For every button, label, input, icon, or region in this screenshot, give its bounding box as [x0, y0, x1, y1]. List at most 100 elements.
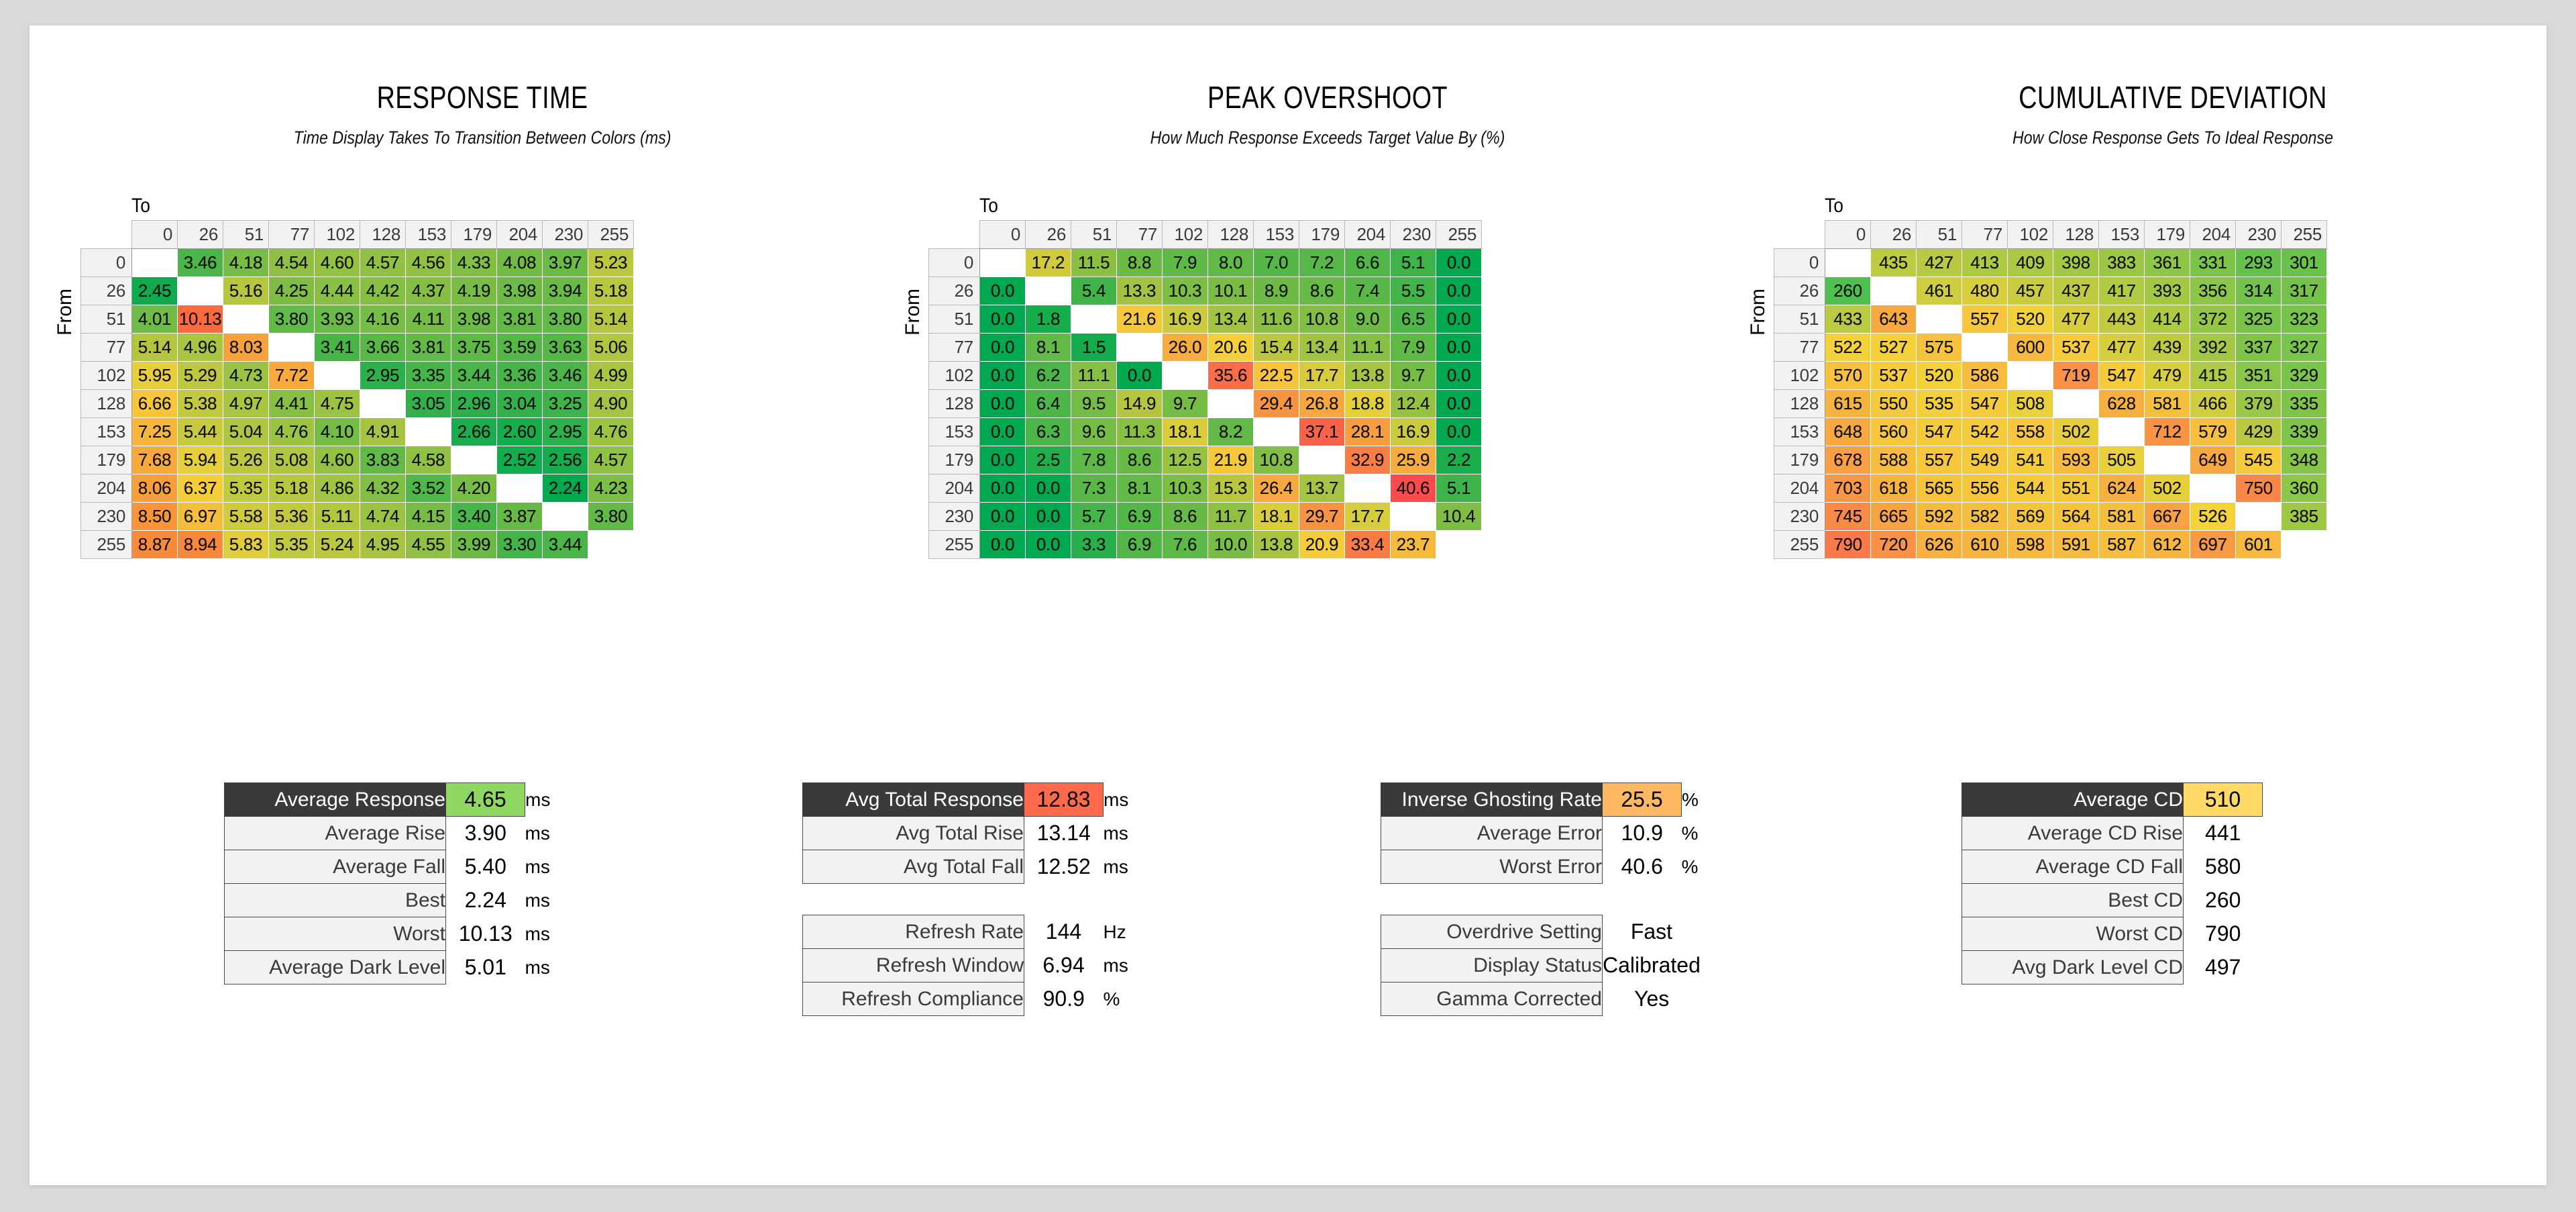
matrix-cell[interactable]: 624	[2098, 474, 2145, 503]
matrix-cell[interactable]: 3.81	[405, 333, 451, 362]
matrix-cell[interactable]: 414	[2144, 305, 2190, 334]
matrix-cell[interactable]: 443	[2098, 305, 2145, 334]
matrix-cell[interactable]: 0.0	[1025, 474, 1071, 503]
matrix-cell[interactable]: 522	[1825, 333, 1871, 362]
matrix-cell[interactable]: 0.0	[979, 530, 1026, 559]
matrix-cell[interactable]: 413	[1962, 248, 2008, 277]
matrix-cell[interactable]: 0.0	[979, 361, 1026, 390]
matrix-cell[interactable]: 361	[2144, 248, 2190, 277]
matrix-cell[interactable]: 537	[1870, 361, 1917, 390]
matrix-cell[interactable]: 581	[2144, 389, 2190, 418]
matrix-cell[interactable]: 8.6	[1116, 446, 1163, 474]
matrix-cell[interactable]: 20.6	[1208, 333, 1254, 362]
matrix-cell[interactable]: 6.4	[1025, 389, 1071, 418]
matrix-cell[interactable]: 0.0	[979, 502, 1026, 531]
matrix-cell[interactable]: 18.1	[1253, 502, 1299, 531]
matrix-cell[interactable]: 457	[2007, 276, 2053, 305]
matrix-cell[interactable]: 3.94	[542, 276, 588, 305]
matrix-cell[interactable]: 5.18	[588, 276, 634, 305]
matrix-cell[interactable]: 392	[2190, 333, 2236, 362]
matrix-cell[interactable]: 610	[1962, 530, 2008, 559]
matrix-cell[interactable]: 6.2	[1025, 361, 1071, 390]
matrix-cell[interactable]: 547	[1916, 417, 1962, 446]
matrix-cell[interactable]: 550	[1870, 389, 1917, 418]
matrix-cell[interactable]: 745	[1825, 502, 1871, 531]
matrix-cell[interactable]: 4.95	[360, 530, 406, 559]
matrix-cell[interactable]: 4.25	[268, 276, 315, 305]
matrix-cell[interactable]: 372	[2190, 305, 2236, 334]
matrix-cell[interactable]: 3.35	[405, 361, 451, 390]
matrix-cell[interactable]: 5.04	[223, 417, 269, 446]
matrix-cell[interactable]: 5.18	[268, 474, 315, 503]
matrix-cell[interactable]: 5.14	[588, 305, 634, 334]
matrix-cell[interactable]: 0.0	[979, 474, 1026, 503]
matrix-cell[interactable]: 5.23	[588, 248, 634, 277]
matrix-cell[interactable]: 3.44	[451, 361, 497, 390]
matrix-cell[interactable]: 3.63	[542, 333, 588, 362]
matrix-cell[interactable]: 600	[2007, 333, 2053, 362]
matrix-cell[interactable]: 7.68	[131, 446, 178, 474]
matrix-cell[interactable]: 477	[2098, 333, 2145, 362]
matrix-cell[interactable]: 535	[1916, 389, 1962, 418]
matrix-cell[interactable]: 3.41	[314, 333, 360, 362]
matrix-cell[interactable]: 4.57	[588, 446, 634, 474]
matrix-cell[interactable]: 2.56	[542, 446, 588, 474]
matrix-cell[interactable]: 4.96	[177, 333, 223, 362]
matrix-cell[interactable]: 11.1	[1071, 361, 1117, 390]
matrix-cell[interactable]: 5.36	[268, 502, 315, 531]
matrix-cell[interactable]: 25.9	[1390, 446, 1436, 474]
matrix-cell[interactable]: 0.0	[1436, 389, 1482, 418]
matrix-cell[interactable]: 598	[2007, 530, 2053, 559]
matrix-cell[interactable]: 3.30	[496, 530, 543, 559]
matrix-cell[interactable]: 8.6	[1162, 502, 1208, 531]
matrix-cell[interactable]: 618	[1870, 474, 1917, 503]
matrix-cell[interactable]: 3.93	[314, 305, 360, 334]
matrix-cell[interactable]: 293	[2235, 248, 2282, 277]
matrix-cell[interactable]: 0.0	[1116, 361, 1163, 390]
matrix-cell[interactable]: 545	[2235, 446, 2282, 474]
matrix-cell[interactable]: 40.6	[1390, 474, 1436, 503]
matrix-cell[interactable]: 439	[2144, 333, 2190, 362]
matrix-cell[interactable]: 3.66	[360, 333, 406, 362]
matrix-cell[interactable]: 10.3	[1162, 474, 1208, 503]
matrix-cell[interactable]: 29.4	[1253, 389, 1299, 418]
matrix-cell[interactable]: 542	[1962, 417, 2008, 446]
matrix-cell[interactable]: 3.80	[268, 305, 315, 334]
matrix-cell[interactable]: 593	[2053, 446, 2099, 474]
matrix-cell[interactable]: 0.0	[1025, 502, 1071, 531]
matrix-cell[interactable]: 21.9	[1208, 446, 1254, 474]
matrix-cell[interactable]: 526	[2190, 502, 2236, 531]
matrix-cell[interactable]: 398	[2053, 248, 2099, 277]
matrix-cell[interactable]: 20.9	[1299, 530, 1345, 559]
matrix-cell[interactable]: 5.83	[223, 530, 269, 559]
matrix-cell[interactable]: 2.2	[1436, 446, 1482, 474]
matrix-cell[interactable]: 537	[2053, 333, 2099, 362]
matrix-cell[interactable]: 3.75	[451, 333, 497, 362]
matrix-cell[interactable]: 4.99	[588, 361, 634, 390]
matrix-cell[interactable]: 4.01	[131, 305, 178, 334]
matrix-cell[interactable]: 505	[2098, 446, 2145, 474]
matrix-cell[interactable]: 383	[2098, 248, 2145, 277]
matrix-cell[interactable]: 4.23	[588, 474, 634, 503]
matrix-cell[interactable]: 3.81	[496, 305, 543, 334]
matrix-cell[interactable]: 527	[1870, 333, 1917, 362]
matrix-cell[interactable]: 5.4	[1071, 276, 1117, 305]
matrix-cell[interactable]: 2.5	[1025, 446, 1071, 474]
matrix-cell[interactable]: 643	[1870, 305, 1917, 334]
matrix-cell[interactable]: 3.87	[496, 502, 543, 531]
matrix-cell[interactable]: 790	[1825, 530, 1871, 559]
matrix-cell[interactable]: 5.58	[223, 502, 269, 531]
matrix-cell[interactable]: 547	[2098, 361, 2145, 390]
matrix-cell[interactable]: 415	[2190, 361, 2236, 390]
matrix-cell[interactable]: 7.8	[1071, 446, 1117, 474]
matrix-cell[interactable]: 417	[2098, 276, 2145, 305]
matrix-cell[interactable]: 15.4	[1253, 333, 1299, 362]
matrix-cell[interactable]: 356	[2190, 276, 2236, 305]
matrix-cell[interactable]: 6.3	[1025, 417, 1071, 446]
matrix-cell[interactable]: 5.38	[177, 389, 223, 418]
matrix-cell[interactable]: 4.58	[405, 446, 451, 474]
matrix-cell[interactable]: 750	[2235, 474, 2282, 503]
matrix-cell[interactable]: 579	[2190, 417, 2236, 446]
matrix-cell[interactable]: 2.66	[451, 417, 497, 446]
matrix-cell[interactable]: 4.16	[360, 305, 406, 334]
